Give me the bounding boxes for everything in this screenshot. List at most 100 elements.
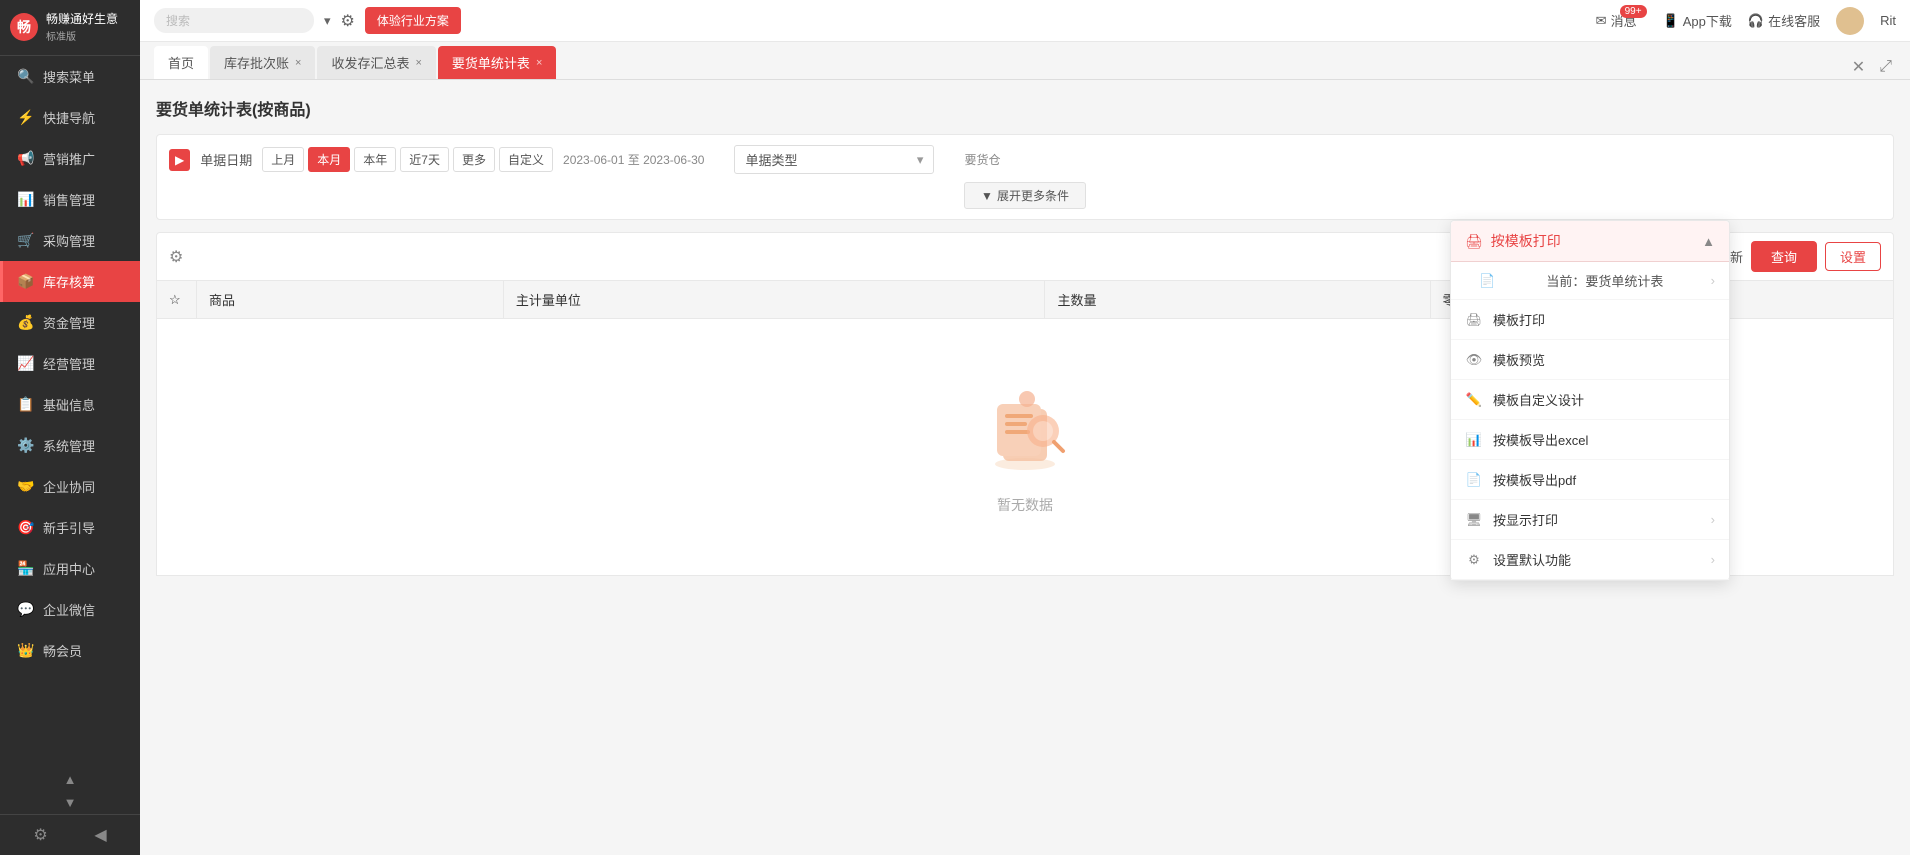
page-content: 要货单统计表(按商品) ▶ 单据日期 上月 本月 本年 近7天 更多 自定义 2…	[140, 80, 1910, 855]
app-download-button[interactable]: 📱 App下载	[1663, 11, 1732, 30]
current-template-label: 当前：要货单统计表	[1546, 271, 1663, 290]
sidebar-item-quick-nav[interactable]: ⚡ 快捷导航	[0, 97, 140, 138]
dropdown-item-label: 模板自定义设计	[1493, 390, 1584, 409]
sidebar-item-guide[interactable]: 🎯 新手引导	[0, 507, 140, 548]
tab-batch-close[interactable]: ×	[295, 57, 301, 69]
close-window-icon[interactable]: ✕	[1848, 55, 1869, 79]
expand-more-button[interactable]: ▼ 展开更多条件	[964, 182, 1086, 209]
select-all-icon[interactable]: ☆	[169, 292, 181, 307]
dropdown-item-template-excel[interactable]: 📊 按模板导出excel	[1451, 420, 1729, 460]
toolbar-left: ⚙	[169, 247, 183, 267]
industry-button[interactable]: 体验行业方案	[365, 7, 461, 34]
table-settings-icon[interactable]: ⚙	[169, 247, 183, 267]
tab-order-stat[interactable]: 要货单统计表 ×	[438, 46, 556, 79]
date-btn-this-year[interactable]: 本年	[354, 147, 396, 172]
sidebar-nav: 🔍 搜索菜单 ⚡ 快捷导航 📢 营销推广 📊 销售管理 🛒 采购管理 📦 库存核…	[0, 56, 140, 768]
online-service-button[interactable]: 🎧 在线客服	[1748, 11, 1820, 30]
tab-order-stat-close[interactable]: ×	[536, 57, 542, 69]
tab-home[interactable]: 首页	[154, 46, 208, 79]
set-default-icon: ⚙	[1465, 552, 1483, 568]
sidebar-scroll-up[interactable]: ▲	[0, 768, 140, 791]
page-title: 要货单统计表(按商品)	[156, 96, 1894, 120]
warehouse-filter-label: 要货仓	[964, 151, 1000, 168]
sidebar-item-marketing[interactable]: 📢 营销推广	[0, 138, 140, 179]
collab-icon: 🤝	[17, 478, 35, 495]
topbar-dropdown-icon[interactable]: ▾	[324, 13, 331, 29]
dropdown-item-template-pdf[interactable]: 📄 按模板导出pdf	[1451, 460, 1729, 500]
dropdown-item-template-print[interactable]: 🖨 模板打印	[1451, 300, 1729, 340]
dropdown-header: 🖨 按模板打印 ▲	[1451, 221, 1729, 262]
finance-icon: 💰	[17, 314, 35, 331]
date-btn-more[interactable]: 更多	[453, 147, 495, 172]
dropdown-item-template-custom[interactable]: ✏️ 模板自定义设计	[1451, 380, 1729, 420]
sidebar-item-purchase[interactable]: 🛒 采购管理	[0, 220, 140, 261]
sidebar-item-operations[interactable]: 📈 经营管理	[0, 343, 140, 384]
settings-icon[interactable]: ⚙	[33, 825, 47, 845]
sidebar-item-basic[interactable]: 📋 基础信息	[0, 384, 140, 425]
sidebar-item-vip[interactable]: 👑 畅会员	[0, 630, 140, 671]
filter-expand-arrow[interactable]: ▶	[169, 149, 190, 171]
sidebar-item-label: 搜索菜单	[43, 67, 95, 86]
tab-collection-close[interactable]: ×	[415, 57, 421, 69]
topbar-search-text: 搜索	[166, 14, 190, 28]
sidebar-item-collab[interactable]: 🤝 企业协同	[0, 466, 140, 507]
wechat-icon: 💬	[17, 601, 35, 618]
sidebar-item-label: 采购管理	[43, 231, 95, 250]
tab-bar: 首页 库存批次账 × 收发存汇总表 × 要货单统计表 × ✕ ⤢	[140, 42, 1910, 80]
sidebar-item-system[interactable]: ⚙️ 系统管理	[0, 425, 140, 466]
settings-button[interactable]: 设置	[1825, 242, 1881, 271]
inventory-icon: 📦	[17, 273, 35, 290]
user-avatar[interactable]	[1836, 7, 1864, 35]
message-button[interactable]: ✉ 消息 99+	[1596, 11, 1637, 30]
tab-collection[interactable]: 收发存汇总表 ×	[317, 46, 435, 79]
col-unit: 主计量单位	[503, 281, 1045, 319]
message-icon: ✉	[1596, 13, 1607, 29]
tab-order-stat-label: 要货单统计表	[452, 53, 530, 72]
col-checkbox: ☆	[157, 281, 197, 319]
service-label: 在线客服	[1768, 11, 1820, 30]
basic-icon: 📋	[17, 396, 35, 413]
date-btn-this-month[interactable]: 本月	[308, 147, 350, 172]
date-filter-label: 单据日期	[200, 150, 252, 169]
app-badge: 标准版	[46, 28, 118, 43]
dropdown-header-left: 🖨 按模板打印	[1465, 231, 1561, 251]
query-button[interactable]: 查询	[1751, 241, 1817, 272]
sidebar-item-sales[interactable]: 📊 销售管理	[0, 179, 140, 220]
sidebar-item-search[interactable]: 🔍 搜索菜单	[0, 56, 140, 97]
topbar-right: ✉ 消息 99+ 📱 App下载 🎧 在线客服 Rit	[1596, 7, 1896, 35]
tab-collection-label: 收发存汇总表	[331, 53, 409, 72]
dropdown-item-label: 模板预览	[1493, 350, 1545, 369]
sidebar-item-inventory[interactable]: 📦 库存核算	[0, 261, 140, 302]
print-dropdown-menu: 🖨 按模板打印 ▲ 📄 当前：要货单统计表 › 🖨 模板打印 👁 模板预览	[1450, 220, 1730, 581]
collapse-icon[interactable]: ◀	[94, 825, 106, 845]
guide-icon: 🎯	[17, 519, 35, 536]
col-quantity: 主数量	[1045, 281, 1430, 319]
expand-window-icon[interactable]: ⤢	[1875, 56, 1896, 78]
app-name: 畅赚通好生意	[46, 12, 118, 28]
dropdown-print-icon: 🖨	[1465, 233, 1483, 250]
date-btn-7days[interactable]: 近7天	[400, 147, 449, 172]
set-default-arrow: ›	[1711, 552, 1715, 567]
sales-icon: 📊	[17, 191, 35, 208]
tab-batch[interactable]: 库存批次账 ×	[210, 46, 315, 79]
sidebar-item-appstore[interactable]: 🏪 应用中心	[0, 548, 140, 589]
sidebar-item-finance[interactable]: 💰 资金管理	[0, 302, 140, 343]
dropdown-item-display-print[interactable]: 🖥 按显示打印 ›	[1451, 500, 1729, 540]
template-print-icon: 🖨	[1465, 312, 1483, 328]
sidebar-item-wechat[interactable]: 💬 企业微信	[0, 589, 140, 630]
dropdown-item-set-default[interactable]: ⚙ 设置默认功能 ›	[1451, 540, 1729, 580]
sidebar-item-label: 经营管理	[43, 354, 95, 373]
sidebar-scroll-down[interactable]: ▼	[0, 791, 140, 814]
date-range-label: 2023-06-01 至 2023-06-30	[563, 151, 704, 168]
dropdown-current-template[interactable]: 📄 当前：要货单统计表 ›	[1451, 262, 1729, 300]
type-filter-select[interactable]: 单据类型 ▾	[734, 145, 934, 174]
dropdown-collapse-icon[interactable]: ▲	[1702, 234, 1715, 249]
type-filter-chevron: ▾	[917, 152, 924, 168]
date-btn-custom[interactable]: 自定义	[499, 147, 553, 172]
date-btn-last-month[interactable]: 上月	[262, 147, 304, 172]
service-icon: 🎧	[1748, 13, 1764, 29]
dropdown-item-template-preview[interactable]: 👁 模板预览	[1451, 340, 1729, 380]
topbar-gear-icon[interactable]: ⚙	[341, 11, 355, 31]
dropdown-item-label: 按模板导出pdf	[1493, 470, 1576, 489]
sidebar-item-label: 销售管理	[43, 190, 95, 209]
